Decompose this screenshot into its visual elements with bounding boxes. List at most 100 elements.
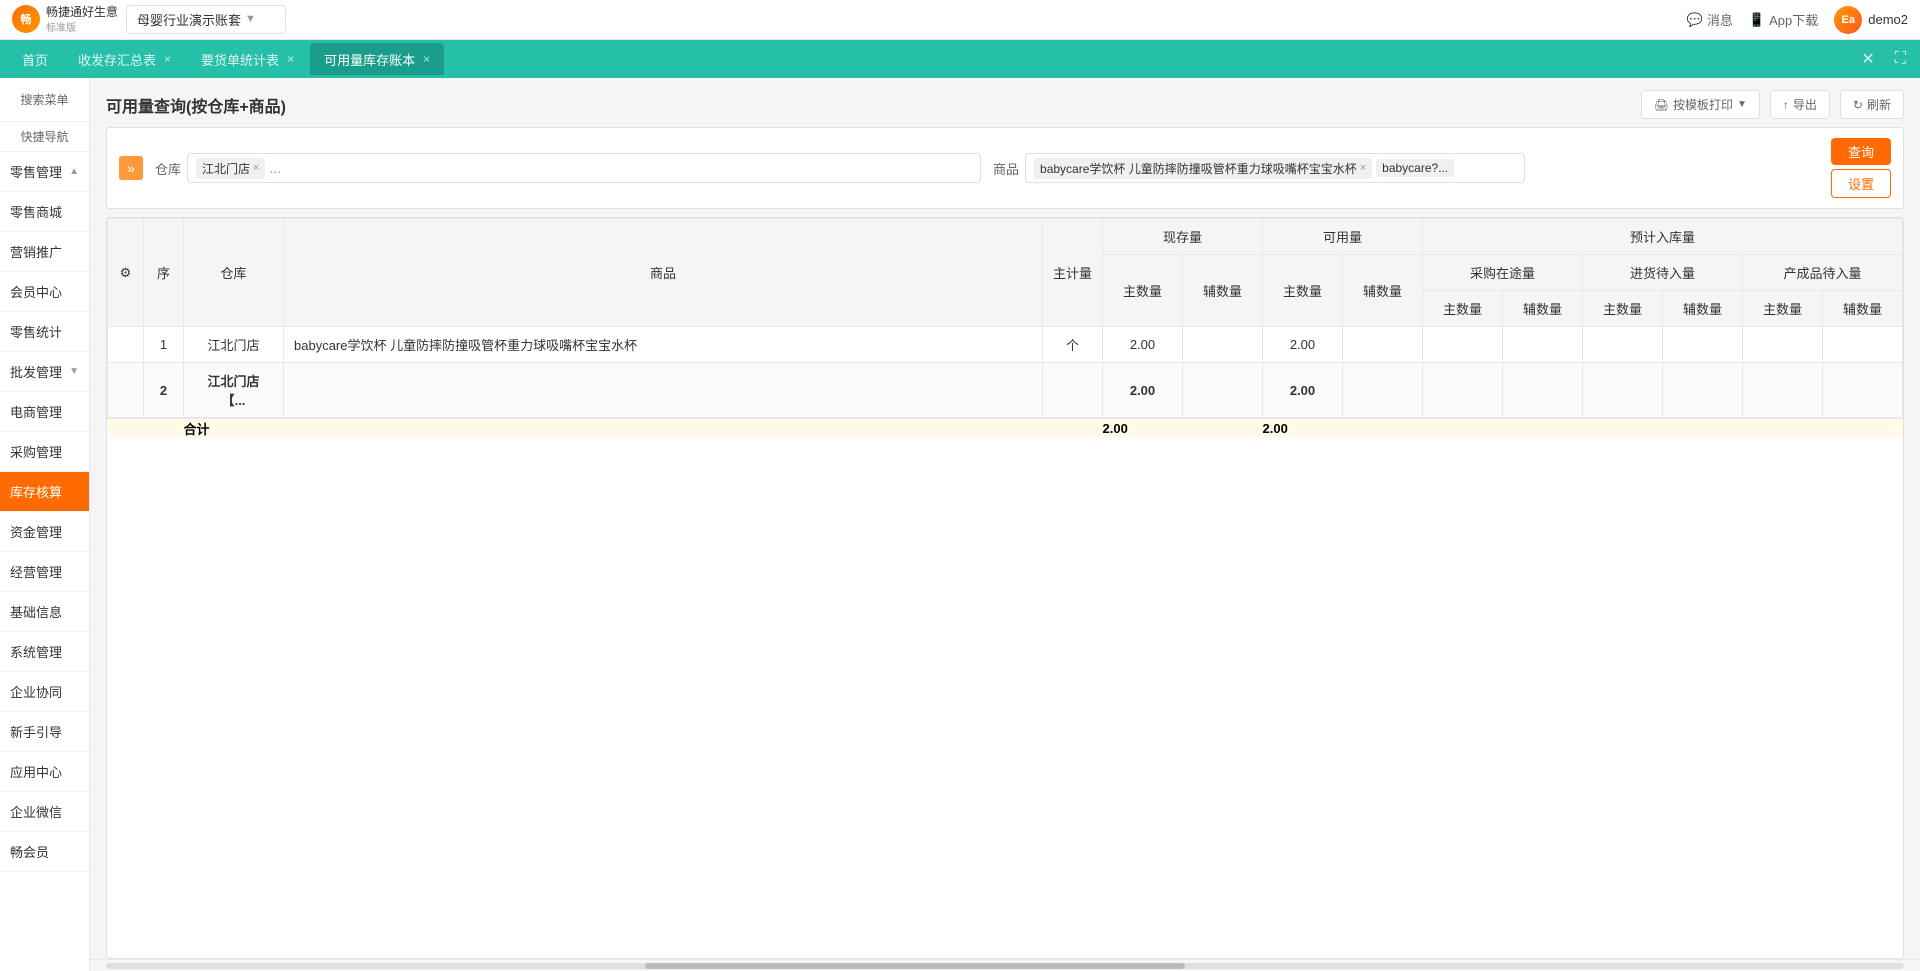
subtotal-pur-transit-aux: [1503, 363, 1583, 419]
tab-close-all[interactable]: ✕: [1855, 47, 1880, 71]
filter-bar: » 仓库 江北门店 × ... 商品 babycare学饮杯 儿童防摔防撞吸管杯…: [106, 127, 1904, 209]
sidebar-item-label: 企业协同: [10, 682, 62, 701]
tab-orders[interactable]: 要货单统计表 ×: [187, 43, 308, 75]
export-label: 导出: [1793, 96, 1817, 113]
footer-stock-main: 2.00: [1103, 418, 1183, 438]
avail-aux-header: 辅数量: [1343, 255, 1423, 327]
scroll-thumb: [645, 963, 1184, 969]
sidebar-item-retail-mgmt[interactable]: 零售管理 ▲: [0, 152, 89, 192]
tab-inventory-close[interactable]: ×: [423, 52, 430, 66]
product-tag-1-close[interactable]: ×: [1360, 162, 1366, 174]
product-filter-group: 商品 babycare学饮杯 儿童防摔防撞吸管杯重力球吸嘴杯宝宝水杯 × bab…: [993, 153, 1819, 183]
footer-label: 合计: [184, 418, 284, 438]
industry-selector[interactable]: 母婴行业演示账套 ▼: [126, 5, 286, 34]
settings-btn[interactable]: 设置: [1831, 169, 1891, 198]
sidebar-item-finance-mgmt[interactable]: 资金管理: [0, 512, 89, 552]
sidebar-item-ecommerce[interactable]: 电商管理: [0, 392, 89, 432]
pur-transit-aux-header: 辅数量: [1503, 291, 1583, 327]
sidebar-item-purchase-mgmt[interactable]: 采购管理: [0, 432, 89, 472]
filter-toggle-btn[interactable]: »: [119, 156, 143, 180]
product-tag-container[interactable]: babycare学饮杯 儿童防摔防撞吸管杯重力球吸嘴杯宝宝水杯 × babyca…: [1025, 153, 1525, 183]
sidebar-item-enterprise-wechat[interactable]: 企业微信: [0, 792, 89, 832]
sidebar-item-label: 畅会员: [10, 842, 49, 861]
sidebar-item-marketing[interactable]: 营销推广: [0, 232, 89, 272]
tab-home-label: 首页: [22, 50, 48, 69]
col-unit-header: 主计量: [1042, 219, 1102, 327]
row-pur-transit-aux: [1503, 327, 1583, 363]
app-download-action[interactable]: 📱 App下载: [1749, 10, 1818, 29]
sidebar-item-label: 零售管理: [10, 162, 62, 181]
sidebar-item-retail-stats[interactable]: 零售统计: [0, 312, 89, 352]
search-menu-btn[interactable]: 搜索菜单: [6, 86, 83, 113]
warehouse-tag: 江北门店 ×: [196, 158, 265, 179]
page-header: 可用量查询(按仓库+商品) 🖨 按模板打印 ▼ ↑ 导出 ↻ 刷新: [90, 78, 1920, 127]
user-area[interactable]: Ea demo2: [1834, 6, 1908, 34]
sidebar-item-enterprise-collab[interactable]: 企业协同: [0, 672, 89, 712]
tab-receipts-close[interactable]: ×: [164, 52, 171, 66]
sidebar-quick-nav[interactable]: 快捷导航: [0, 122, 89, 152]
sidebar-item-new-guide[interactable]: 新手引导: [0, 712, 89, 752]
warehouse-tag-close[interactable]: ×: [253, 162, 259, 174]
subtotal-fin-pend-aux: [1823, 363, 1903, 419]
sidebar-item-inventory-mgmt[interactable]: 库存核算: [0, 472, 89, 512]
table-row: 1 江北门店 babycare学饮杯 儿童防摔防撞吸管杯重力球吸嘴杯宝宝水杯 个…: [108, 327, 1903, 363]
sidebar-item-label: 资金管理: [10, 522, 62, 541]
footer-product: [284, 418, 1043, 438]
export-btn[interactable]: ↑ 导出: [1770, 90, 1830, 119]
sidebar-item-label: 应用中心: [10, 762, 62, 781]
col-warehouse-header: 仓库: [184, 219, 284, 327]
tab-expand[interactable]: ⛶: [1889, 48, 1912, 70]
fin-pend-aux-header: 辅数量: [1823, 291, 1903, 327]
toggle-icon: »: [127, 160, 135, 176]
warehouse-tag-container[interactable]: 江北门店 × ...: [187, 153, 981, 183]
table-footer-row: 合计 2.00 2.00: [108, 418, 1903, 438]
footer-fin-pend-aux: [1823, 418, 1903, 438]
logo-area: 畅 畅捷通好生意 标准版: [12, 5, 118, 34]
bottom-scroll: [90, 959, 1920, 971]
sidebar-item-app-center[interactable]: 应用中心: [0, 752, 89, 792]
query-btn[interactable]: 查询: [1831, 138, 1891, 165]
sidebar-item-wholesale-mgmt[interactable]: 批发管理 ▼: [0, 352, 89, 392]
goods-pend-aux-header: 辅数量: [1663, 291, 1743, 327]
print-btn[interactable]: 🖨 按模板打印 ▼: [1641, 90, 1760, 119]
tab-receipts[interactable]: 收发存汇总表 ×: [64, 43, 185, 75]
refresh-btn[interactable]: ↻ 刷新: [1840, 90, 1904, 119]
message-label: 消息: [1707, 10, 1733, 29]
scroll-track[interactable]: [106, 963, 1904, 969]
tab-orders-close[interactable]: ×: [287, 52, 294, 66]
print-label: 按模板打印: [1673, 96, 1733, 113]
product-tag-1: babycare学饮杯 儿童防摔防撞吸管杯重力球吸嘴杯宝宝水杯 ×: [1034, 158, 1372, 179]
sidebar-item-label: 采购管理: [10, 442, 62, 461]
sidebar-item-label: 零售商城: [10, 202, 62, 221]
footer-pur-transit-main: [1423, 418, 1503, 438]
chevron-down-icon: ▼: [1737, 99, 1747, 110]
goods-pending-header: 进货待入量: [1583, 255, 1743, 291]
top-bar-right: 💬 消息 📱 App下载 Ea demo2: [1687, 6, 1908, 34]
logo-icon: 畅: [12, 5, 40, 33]
message-action[interactable]: 💬 消息: [1687, 10, 1733, 29]
col-settings-header[interactable]: ⚙: [108, 219, 144, 327]
footer-goods-pend-aux: [1663, 418, 1743, 438]
sidebar-item-operations-mgmt[interactable]: 经营管理: [0, 552, 89, 592]
tab-inventory[interactable]: 可用量库存账本 ×: [310, 43, 444, 75]
sidebar-item-label: 经营管理: [10, 562, 62, 581]
pur-transit-header: 采购在途量: [1423, 255, 1583, 291]
footer-pur-transit-aux: [1503, 418, 1583, 438]
row-num: 1: [144, 327, 184, 363]
sidebar-item-retail-shop[interactable]: 零售商城: [0, 192, 89, 232]
sidebar-item-members[interactable]: 畅会员: [0, 832, 89, 872]
footer-stock-aux: [1183, 418, 1263, 438]
tab-inventory-label: 可用量库存账本: [324, 50, 415, 69]
col-product-header: 商品: [284, 219, 1043, 327]
footer-num: [144, 418, 184, 438]
message-icon: 💬: [1687, 12, 1703, 28]
expand-icon: ▼: [69, 366, 79, 377]
sidebar-item-system-mgmt[interactable]: 系统管理: [0, 632, 89, 672]
sidebar-item-label: 电商管理: [10, 402, 62, 421]
main-layout: 搜索菜单 快捷导航 零售管理 ▲ 零售商城 营销推广 会员中心 零售统计 批发管…: [0, 78, 1920, 971]
row-goods-pend-main: [1583, 327, 1663, 363]
sidebar-item-member-center[interactable]: 会员中心: [0, 272, 89, 312]
sidebar-item-basic-info[interactable]: 基础信息: [0, 592, 89, 632]
warehouse-ellipsis[interactable]: ...: [269, 160, 281, 176]
tab-home[interactable]: 首页: [8, 43, 62, 75]
